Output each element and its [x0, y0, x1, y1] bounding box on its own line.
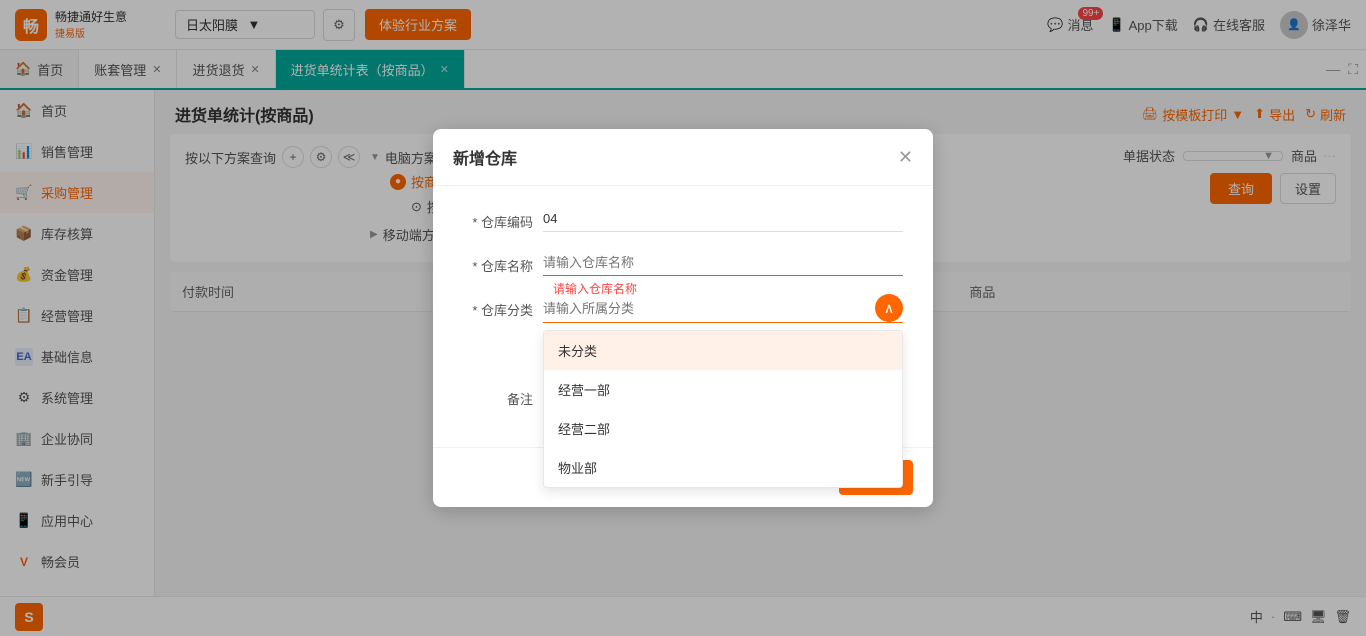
- category-label: * 仓库分类: [463, 294, 543, 319]
- category-wrapper: ∧ 未分类 经营一部 经营二部 物业部: [543, 294, 903, 323]
- name-input[interactable]: [543, 250, 903, 276]
- category-input-row: ∧: [543, 294, 903, 323]
- dropdown-item-dept2[interactable]: 经营二部: [544, 409, 902, 448]
- form-row-name: * 仓库名称 请输入仓库名称: [463, 250, 903, 276]
- form-row-code: * 仓库编码: [463, 206, 903, 232]
- category-input[interactable]: [543, 296, 875, 321]
- code-input[interactable]: [543, 206, 903, 232]
- form-row-category: * 仓库分类 ∧ 未分类 经营一部 经营二部 物业部: [463, 294, 903, 323]
- modal-title: 新增仓库: [453, 145, 517, 169]
- dropdown-item-uncategorized[interactable]: 未分类: [544, 331, 902, 370]
- modal-overlay: 新增仓库 ✕ * 仓库编码 * 仓库名称 请输入仓库名称 * 仓库分类: [0, 0, 1366, 636]
- name-label: * 仓库名称: [463, 250, 543, 275]
- category-dropdown: 未分类 经营一部 经营二部 物业部: [543, 330, 903, 488]
- dropdown-item-dept1[interactable]: 经营一部: [544, 370, 902, 409]
- modal-add-warehouse: 新增仓库 ✕ * 仓库编码 * 仓库名称 请输入仓库名称 * 仓库分类: [433, 129, 933, 507]
- code-label: * 仓库编码: [463, 206, 543, 231]
- modal-header: 新增仓库 ✕: [433, 129, 933, 186]
- dropdown-item-property[interactable]: 物业部: [544, 448, 902, 487]
- modal-body: * 仓库编码 * 仓库名称 请输入仓库名称 * 仓库分类 ∧: [433, 186, 933, 447]
- modal-close-button[interactable]: ✕: [898, 148, 913, 166]
- note-label: 备注: [463, 383, 543, 408]
- category-toggle-button[interactable]: ∧: [875, 294, 903, 322]
